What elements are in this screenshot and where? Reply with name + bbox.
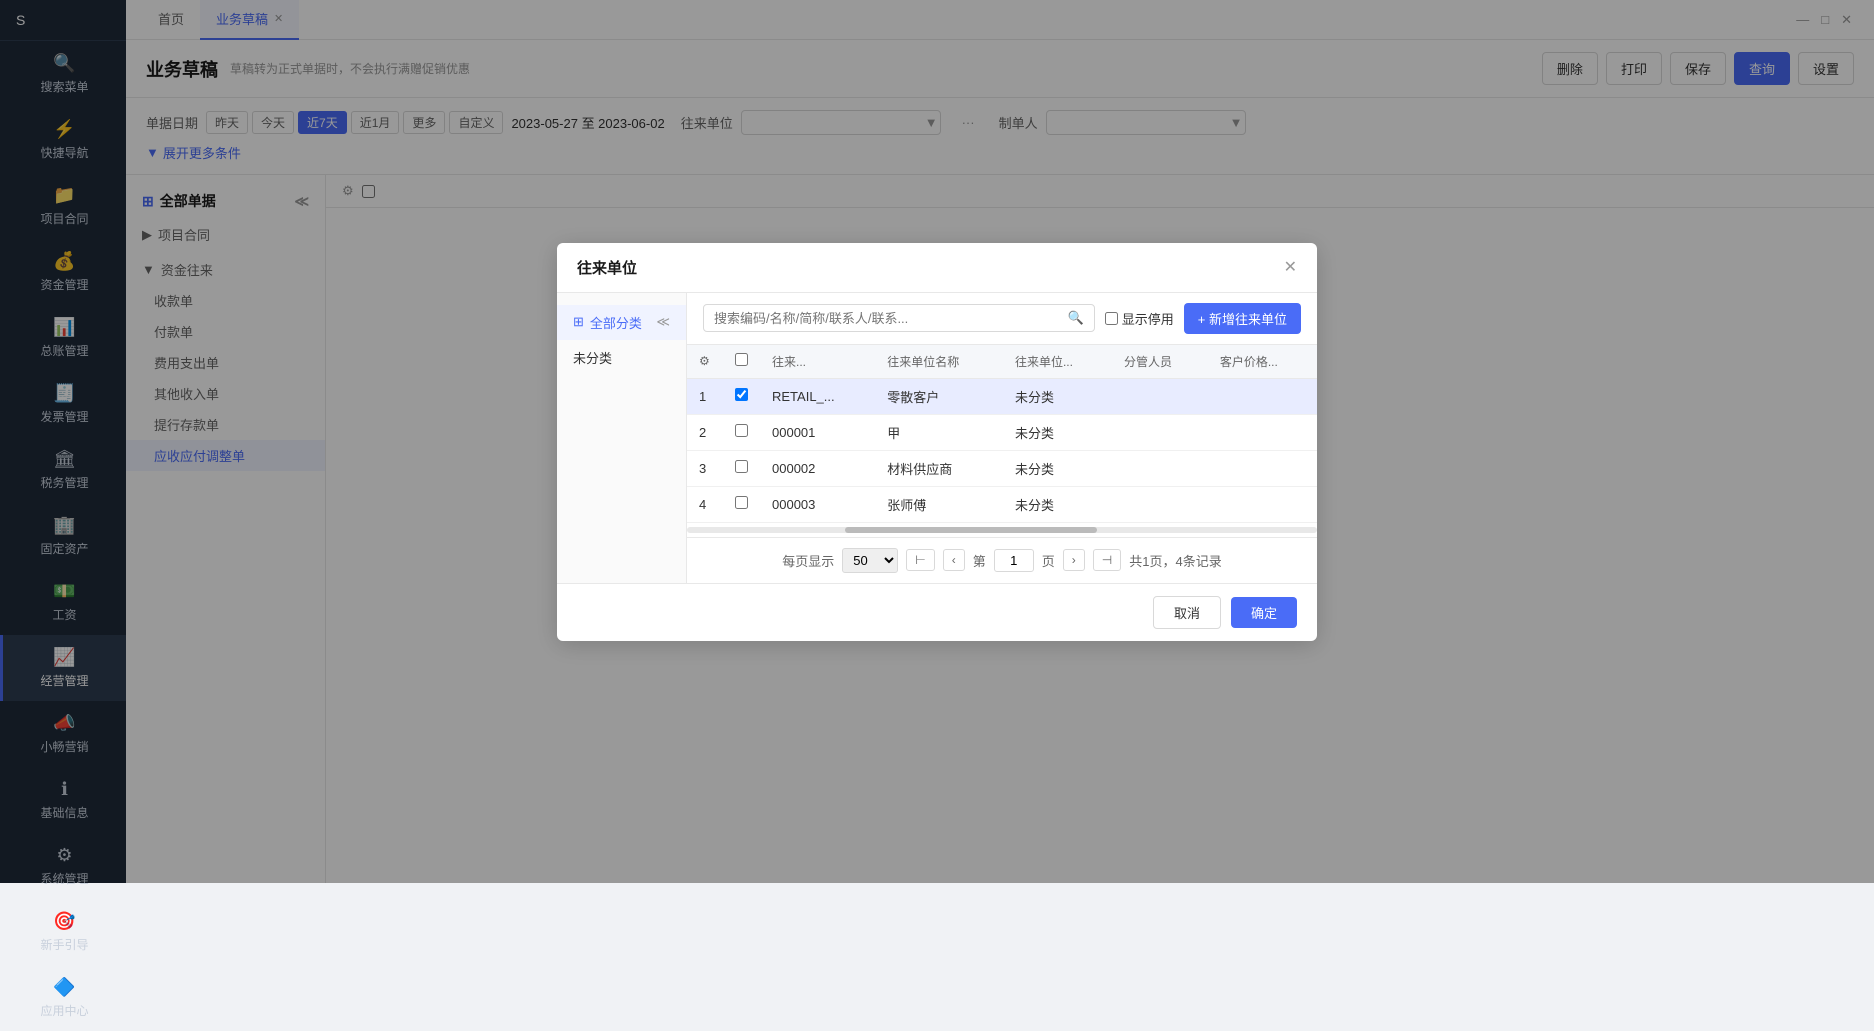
modal-sidebar-all[interactable]: ⊞ 全部分类 ≪: [557, 305, 686, 340]
appcenter-icon: 🔷: [53, 977, 75, 998]
per-page-label: 每页显示: [782, 551, 834, 570]
per-page-select[interactable]: 50 20 100: [842, 548, 898, 573]
col-code: 往来...: [760, 345, 875, 379]
col-manager: 分管人员: [1112, 345, 1208, 379]
row-price: [1208, 450, 1317, 486]
show-disabled-label: 显示停用: [1122, 309, 1174, 328]
row-price: [1208, 378, 1317, 414]
page-prev-btn[interactable]: ‹: [943, 549, 965, 571]
row-name: 零散客户: [875, 378, 1003, 414]
table-head-row: ⚙ 往来... 往来单位名称 往来单位... 分管人员 客户价格...: [687, 345, 1317, 379]
modal-pagination: 每页显示 50 20 100 ⊢ ‹ 第 页 › ⊣ 共1页，4条记录: [687, 537, 1317, 583]
col-checkbox[interactable]: [723, 345, 760, 379]
modal-footer: 取消 确定: [557, 583, 1317, 641]
show-disabled-checkbox-label[interactable]: 显示停用: [1105, 309, 1174, 328]
scrollbar-thumb: [845, 527, 1097, 533]
col-name: 往来单位名称: [875, 345, 1003, 379]
modal-dialog: 往来单位 ✕ ⊞ 全部分类 ≪ 未分类: [557, 243, 1317, 641]
page-suffix: 页: [1042, 551, 1055, 570]
modal-sidebar-collapse-icon[interactable]: ≪: [656, 314, 670, 330]
modal-header: 往来单位 ✕: [557, 243, 1317, 293]
select-all-modal[interactable]: [735, 353, 748, 366]
row-name: 材料供应商: [875, 450, 1003, 486]
modal-overlay[interactable]: 往来单位 ✕ ⊞ 全部分类 ≪ 未分类: [0, 0, 1874, 883]
modal-title: 往来单位: [577, 257, 637, 278]
row-checkbox[interactable]: [723, 486, 760, 522]
table-row[interactable]: 1 RETAIL_... 零散客户 未分类: [687, 378, 1317, 414]
row-settings: 1: [687, 378, 723, 414]
row-name: 张师傅: [875, 486, 1003, 522]
modal-search-input[interactable]: [714, 311, 1062, 326]
sidebar-item-guide[interactable]: 🎯 新手引导: [0, 899, 126, 965]
page-last-btn[interactable]: ⊣: [1093, 549, 1121, 571]
modal-body: ⊞ 全部分类 ≪ 未分类 🔍 显示停用: [557, 293, 1317, 583]
modal-sidebar-unclassified-label: 未分类: [573, 348, 612, 367]
sidebar-item-appcenter[interactable]: 🔷 应用中心: [0, 965, 126, 1031]
page-next-btn[interactable]: ›: [1063, 549, 1085, 571]
row-code: 000001: [760, 414, 875, 450]
row-manager: [1112, 450, 1208, 486]
cancel-button[interactable]: 取消: [1153, 596, 1221, 629]
modal-sidebar-all-label: 全部分类: [590, 313, 642, 332]
row-category: 未分类: [1003, 414, 1112, 450]
confirm-button[interactable]: 确定: [1231, 597, 1297, 628]
modal-search-icon: 🔍: [1068, 310, 1084, 326]
table-head: ⚙ 往来... 往来单位名称 往来单位... 分管人员 客户价格...: [687, 345, 1317, 379]
sidebar-item-label: 应用中心: [40, 1002, 88, 1019]
table-row[interactable]: 4 000003 张师傅 未分类: [687, 486, 1317, 522]
row-category: 未分类: [1003, 378, 1112, 414]
modal-main: 🔍 显示停用 + 新增往来单位 ⚙: [687, 293, 1317, 583]
row-settings: 3: [687, 450, 723, 486]
row-name: 甲: [875, 414, 1003, 450]
col-price: 客户价格...: [1208, 345, 1317, 379]
row-code: RETAIL_...: [760, 378, 875, 414]
col-settings[interactable]: ⚙: [687, 345, 723, 379]
modal-table: ⚙ 往来... 往来单位名称 往来单位... 分管人员 客户价格...: [687, 345, 1317, 537]
modal-sidebar: ⊞ 全部分类 ≪ 未分类: [557, 293, 687, 583]
total-text: 共1页，4条记录: [1129, 551, 1221, 570]
table-scrollbar[interactable]: [687, 527, 1317, 533]
row-price: [1208, 414, 1317, 450]
row-manager: [1112, 378, 1208, 414]
row-price: [1208, 486, 1317, 522]
table-body: 1 RETAIL_... 零散客户 未分类 2: [687, 378, 1317, 522]
row-settings: 2: [687, 414, 723, 450]
row-checkbox[interactable]: [723, 450, 760, 486]
page-first-btn[interactable]: ⊢: [906, 549, 934, 571]
row-manager: [1112, 486, 1208, 522]
table-row[interactable]: 3 000002 材料供应商 未分类: [687, 450, 1317, 486]
modal-close-icon[interactable]: ✕: [1284, 257, 1297, 277]
page-label: 第: [973, 551, 986, 570]
row-category: 未分类: [1003, 450, 1112, 486]
row-checkbox[interactable]: [723, 414, 760, 450]
row-manager: [1112, 414, 1208, 450]
guide-icon: 🎯: [53, 911, 75, 932]
partners-table: ⚙ 往来... 往来单位名称 往来单位... 分管人员 客户价格...: [687, 345, 1317, 523]
modal-search-box[interactable]: 🔍: [703, 304, 1095, 332]
grid-small-icon: ⊞: [573, 314, 584, 330]
sidebar-item-label: 新手引导: [40, 936, 88, 953]
show-disabled-checkbox[interactable]: [1105, 312, 1118, 325]
page-number-input[interactable]: [994, 549, 1034, 572]
modal-sidebar-unclassified[interactable]: 未分类: [557, 340, 686, 375]
add-partner-button[interactable]: + 新增往来单位: [1184, 303, 1301, 334]
col-category: 往来单位...: [1003, 345, 1112, 379]
row-code: 000003: [760, 486, 875, 522]
row-code: 000002: [760, 450, 875, 486]
row-category: 未分类: [1003, 486, 1112, 522]
row-settings: 4: [687, 486, 723, 522]
row-checkbox[interactable]: [723, 378, 760, 414]
modal-toolbar: 🔍 显示停用 + 新增往来单位: [687, 293, 1317, 345]
table-row[interactable]: 2 000001 甲 未分类: [687, 414, 1317, 450]
